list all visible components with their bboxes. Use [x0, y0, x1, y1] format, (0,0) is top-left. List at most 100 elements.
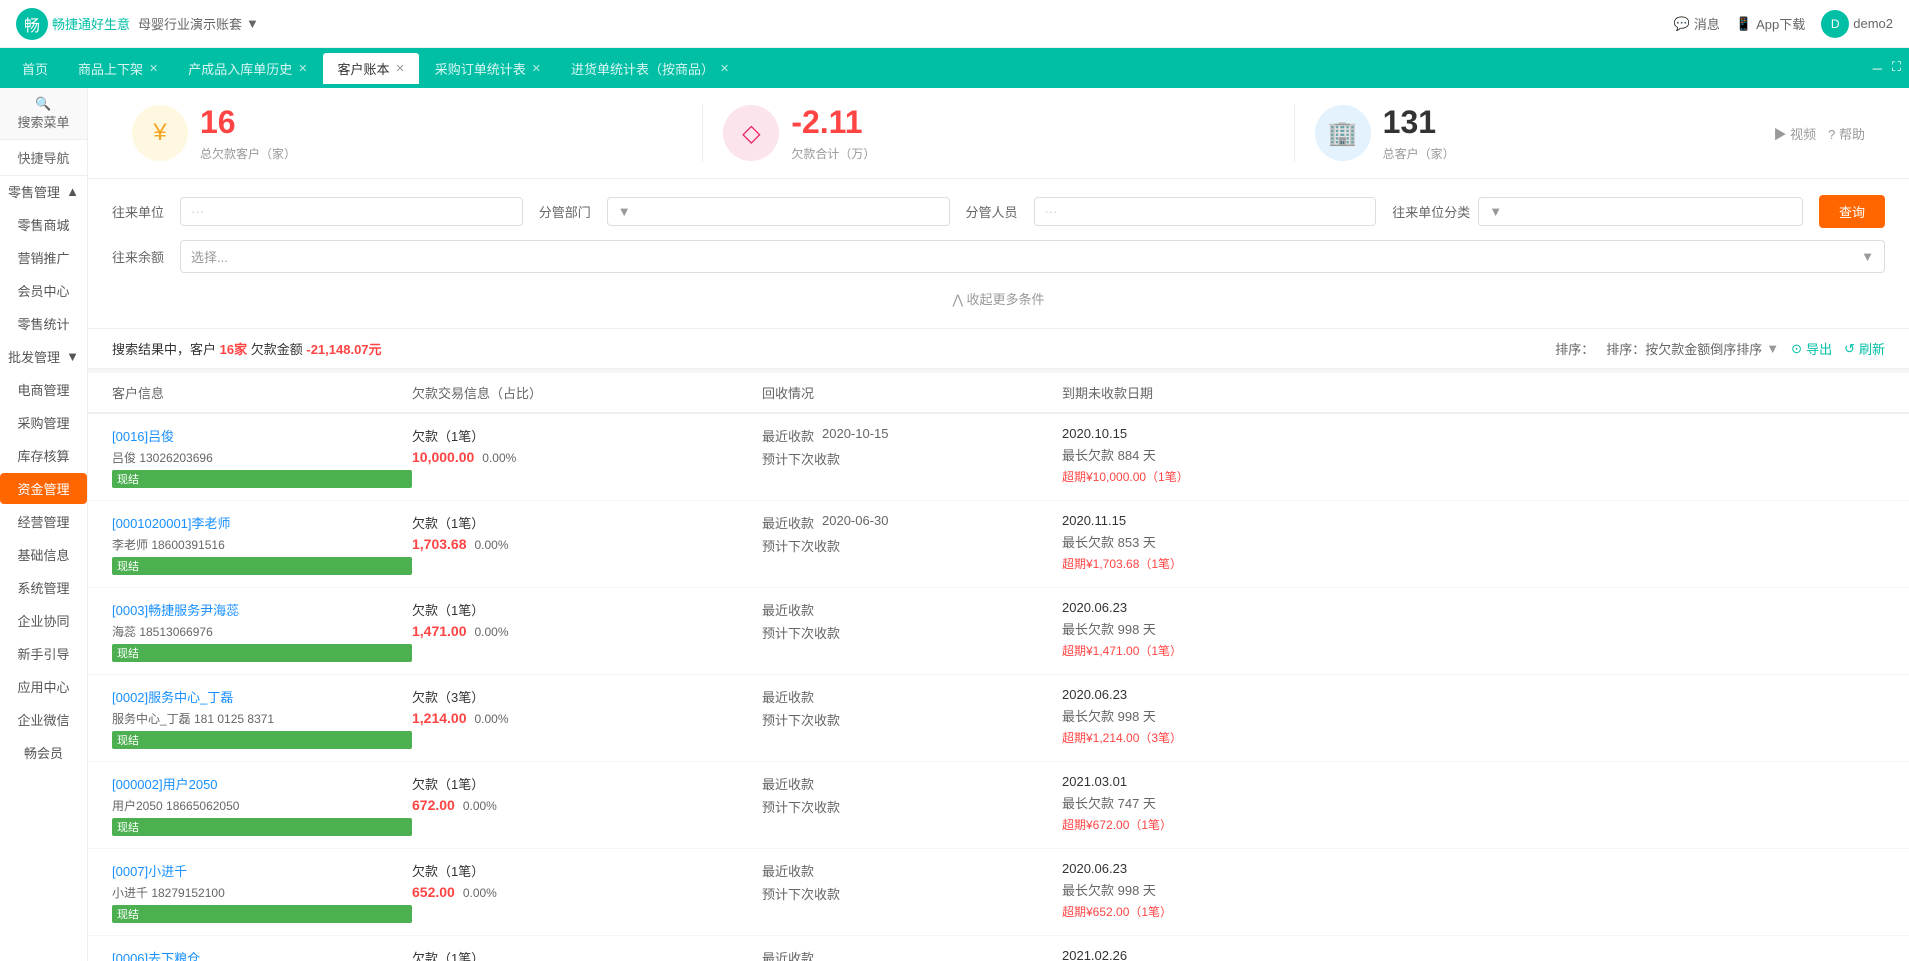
table-row: [0002]服务中心_丁磊 服务中心_丁磊 181 0125 8371 现结 欠… — [88, 675, 1909, 762]
customer-sub-4: 服务中心_丁磊 181 0125 8371 — [112, 710, 412, 727]
sidebar-item-purchase[interactable]: 采购管理 — [0, 407, 87, 438]
collapse-btn[interactable]: ⋀ 收起更多条件 — [112, 285, 1885, 312]
balance-select[interactable]: 选择... ▼ — [180, 240, 1885, 273]
results-count: 16家 — [220, 342, 247, 357]
source-unit-input[interactable]: ··· — [180, 197, 523, 226]
debt-info-7: 欠款（1笔） 455.900.00% — [412, 948, 762, 961]
unit-category-input[interactable]: ▼ — [1478, 197, 1803, 226]
debt-info-2: 欠款（1笔） 1,703.680.00% — [412, 513, 762, 552]
customer-name-3[interactable]: [0003]畅捷服务尹海蕊 — [112, 600, 412, 619]
sidebar-item-retail-stats[interactable]: 零售统计 — [0, 308, 87, 339]
sidebar-item-basic[interactable]: 基础信息 — [0, 539, 87, 570]
sidebar-item-member[interactable]: 会员中心 — [0, 275, 87, 306]
help-btn[interactable]: ? 帮助 — [1828, 124, 1865, 143]
purchase-label: 采购管理 — [17, 416, 69, 431]
table-row: [0003]畅捷服务尹海蕊 海蕊 18513066976 现结 欠款（1笔） 1… — [88, 588, 1909, 675]
export-btn[interactable]: ⊙ 导出 — [1791, 339, 1832, 358]
stat-debt-amount: ◇ -2.11 欠款合计（万） — [702, 104, 1293, 162]
tab-products-close[interactable]: ✕ — [149, 62, 158, 75]
customer-info-6: [0007]小进千 小进千 18279152100 现结 — [112, 861, 412, 923]
payback-last-date-1: 2020-10-15 — [822, 426, 889, 445]
tab-purchase-order[interactable]: 采购订单统计表 ✕ — [421, 53, 555, 84]
tab-production[interactable]: 产成品入库单历史 ✕ — [174, 53, 321, 84]
tab-home[interactable]: 首页 — [8, 53, 62, 84]
company-selector[interactable]: 母婴行业演示账套 ▼ — [138, 14, 259, 33]
tab-customer-account[interactable]: 客户账本 ✕ — [323, 53, 418, 84]
tab-purchase-close[interactable]: ✕ — [532, 62, 541, 75]
tab-production-close[interactable]: ✕ — [298, 62, 307, 75]
sort-by-amount-btn[interactable]: 排序：按欠款金额倒序排序 ▼ — [1606, 339, 1779, 358]
member-label: 会员中心 — [17, 284, 69, 299]
sidebar-item-inventory[interactable]: 库存核算 — [0, 440, 87, 471]
debt-count-5: 欠款（1笔） — [412, 774, 762, 793]
sidebar-item-vip[interactable]: 畅会员 — [0, 737, 87, 768]
overdue-amount-2[interactable]: 超期¥1,703.68（1笔） — [1062, 555, 1885, 572]
sidebar-item-operation[interactable]: 经营管理 — [0, 506, 87, 537]
sidebar-item-guide[interactable]: 新手引导 — [0, 638, 87, 669]
debt-amount-4: 1,214.00 — [412, 710, 467, 726]
person-input[interactable]: ··· — [1034, 197, 1377, 226]
customer-name-7[interactable]: [0006]去下粮仓 — [112, 948, 412, 961]
phone-icon: 📱 — [1736, 16, 1752, 32]
tab-customer-close[interactable]: ✕ — [396, 62, 405, 75]
payback-last-label-7: 最近收款 — [762, 948, 814, 961]
sidebar-item-finance[interactable]: 资金管理 — [0, 473, 87, 504]
customer-name-5[interactable]: [000002]用户2050 — [112, 774, 412, 793]
payback-info-1: 最近收款 2020-10-15 预计下次收款 — [762, 426, 1062, 468]
filter-area: 往来单位 ··· 分管部门 ▼ 分管人员 ··· — [88, 179, 1909, 329]
overdue-days-2: 最长欠款 853 天 — [1062, 532, 1885, 551]
payback-last-2: 最近收款 2020-06-30 — [762, 513, 1062, 532]
customer-name-4[interactable]: [0002]服务中心_丁磊 — [112, 687, 412, 706]
sidebar-item-retail-mall[interactable]: 零售商城 — [0, 209, 87, 240]
minimize-icon[interactable]: － — [1871, 59, 1884, 78]
customer-name-6[interactable]: [0007]小进千 — [112, 861, 412, 880]
tab-purchase-stats[interactable]: 进货单统计表（按商品） ✕ — [557, 53, 743, 84]
tab-purchase-stats-close[interactable]: ✕ — [720, 62, 729, 75]
search-button[interactable]: 查询 — [1819, 195, 1885, 228]
sidebar-item-system[interactable]: 系统管理 — [0, 572, 87, 603]
sidebar: 🔍 搜索菜单 快捷导航 零售管理 ▲ 零售商城 营销推广 会员中心 零售统计 批… — [0, 88, 88, 961]
payback-info-2: 最近收款 2020-06-30 预计下次收款 — [762, 513, 1062, 555]
payback-next-label-3: 预计下次收款 — [762, 623, 840, 642]
sidebar-item-wholesale[interactable]: 批发管理 ▼ — [0, 341, 87, 372]
debt-percent-6: 0.00% — [463, 886, 497, 900]
sidebar-search[interactable]: 🔍 搜索菜单 — [0, 88, 87, 140]
overdue-amount-3[interactable]: 超期¥1,471.00（1笔） — [1062, 642, 1885, 659]
video-btn[interactable]: ▶ 视频 — [1773, 124, 1816, 143]
results-info: 搜索结果中，客户 16家 欠款金额 -21,148.07元 — [112, 339, 382, 358]
user-menu[interactable]: D demo2 — [1821, 10, 1893, 38]
table-row: [000002]用户2050 用户2050 18665062050 现结 欠款（… — [88, 762, 1909, 849]
logo: 畅 畅捷通好生意 — [16, 8, 130, 40]
sidebar-item-retail-mgmt[interactable]: 零售管理 ▲ — [0, 176, 87, 207]
sidebar-item-marketing[interactable]: 营销推广 — [0, 242, 87, 273]
customer-sub-1: 吕俊 13026203696 — [112, 449, 412, 466]
retail-mgmt-label: 零售管理 — [8, 182, 60, 201]
overdue-date-4: 2020.06.23 — [1062, 687, 1885, 702]
maximize-icon[interactable]: ⛶ — [1892, 59, 1901, 78]
overdue-amount-6[interactable]: 超期¥652.00（1笔） — [1062, 903, 1885, 920]
payback-next-label-5: 预计下次收款 — [762, 797, 840, 816]
overdue-amount-4[interactable]: 超期¥1,214.00（3笔） — [1062, 729, 1885, 746]
debt-info-1: 欠款（1笔） 10,000.000.00% — [412, 426, 762, 465]
sidebar-item-apps[interactable]: 应用中心 — [0, 671, 87, 702]
overdue-amount-5[interactable]: 超期¥672.00（1笔） — [1062, 816, 1885, 833]
customer-name-1[interactable]: [0016]吕俊 — [112, 426, 412, 445]
dept-input[interactable]: ▼ — [607, 197, 950, 226]
overdue-info-2: 2020.11.15 最长欠款 853 天 超期¥1,703.68（1笔） — [1062, 513, 1885, 572]
nav-tabs: 首页 商品上下架 ✕ 产成品入库单历史 ✕ 客户账本 ✕ 采购订单统计表 ✕ 进… — [0, 48, 1909, 88]
payback-last-4: 最近收款 — [762, 687, 1062, 706]
refresh-btn[interactable]: ↺ 刷新 — [1844, 339, 1885, 358]
app-download-btn[interactable]: 📱 App下载 — [1736, 14, 1805, 33]
overdue-amount-1[interactable]: 超期¥10,000.00（1笔） — [1062, 468, 1885, 485]
message-icon: 💬 — [1674, 16, 1690, 32]
payback-next-label-4: 预计下次收款 — [762, 710, 840, 729]
filter-person: 分管人员 ··· — [966, 197, 1377, 226]
sidebar-quick-nav[interactable]: 快捷导航 — [0, 140, 87, 176]
tab-products[interactable]: 商品上下架 ✕ — [64, 53, 172, 84]
sidebar-item-wechat[interactable]: 企业微信 — [0, 704, 87, 735]
messages-btn[interactable]: 💬 消息 — [1674, 14, 1720, 33]
customer-tag-5: 现结 — [112, 818, 412, 836]
sidebar-item-ecommerce[interactable]: 电商管理 — [0, 374, 87, 405]
customer-name-2[interactable]: [0001020001]李老师 — [112, 513, 412, 532]
sidebar-item-collaboration[interactable]: 企业协同 — [0, 605, 87, 636]
